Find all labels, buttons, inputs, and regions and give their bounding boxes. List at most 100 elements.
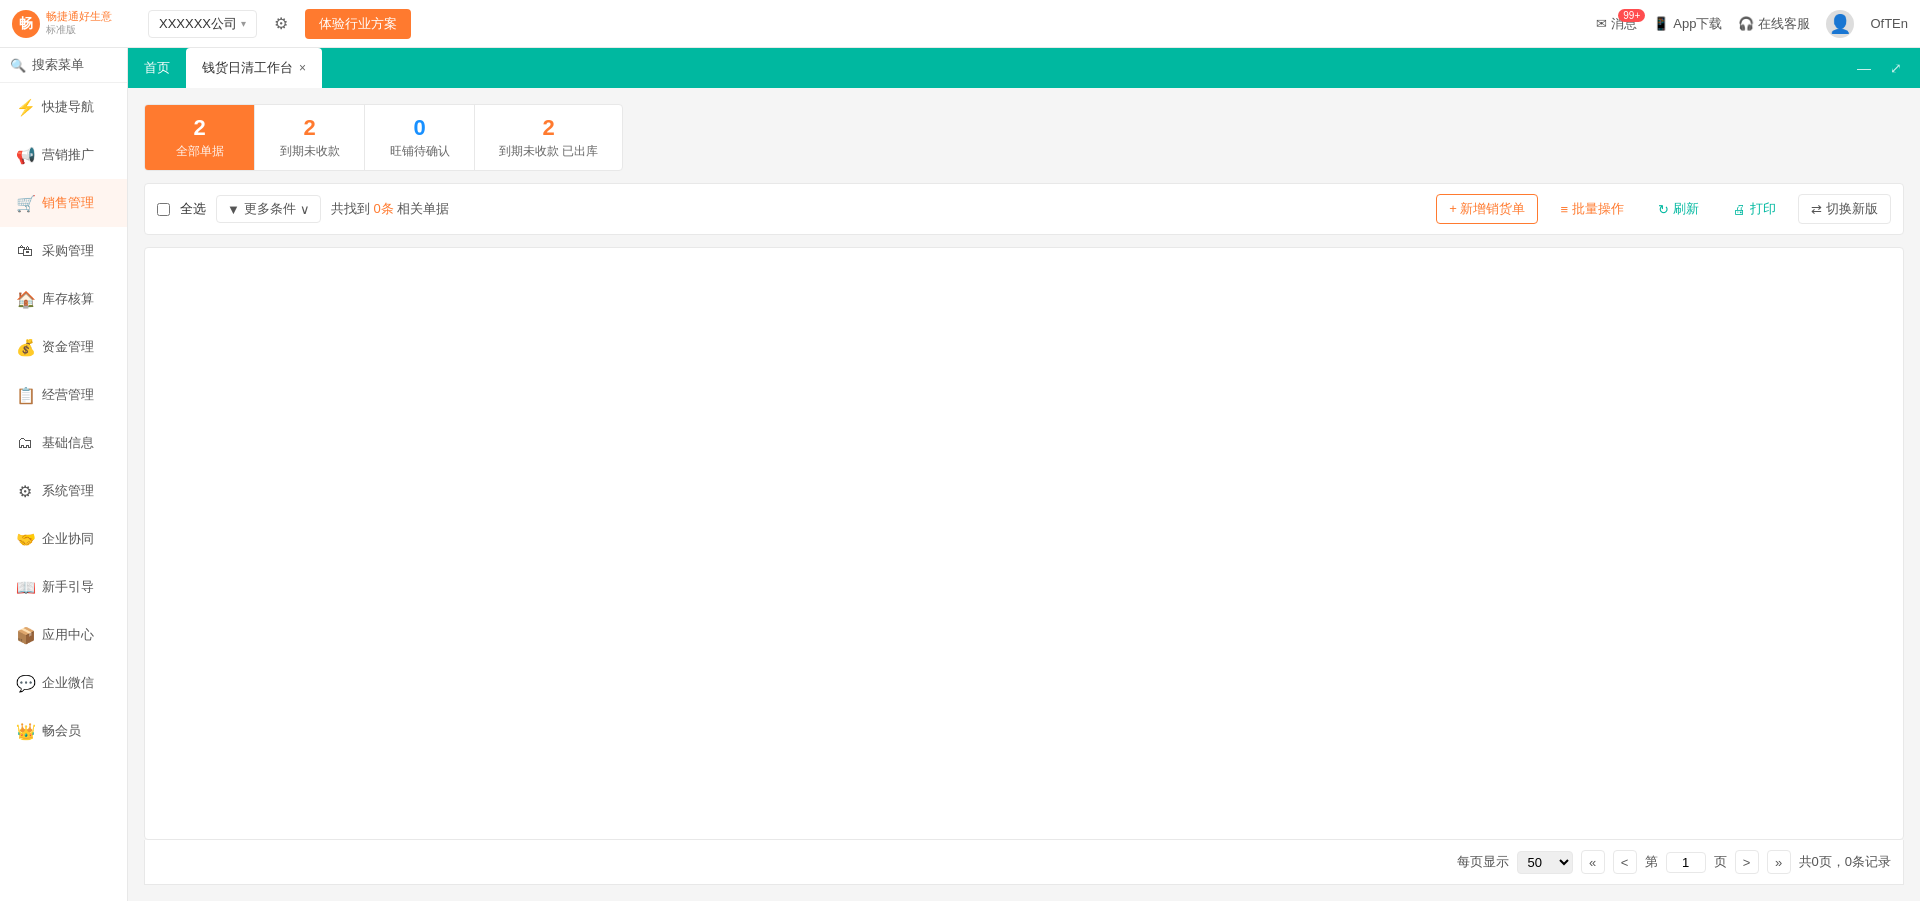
sidebar-item-wechat[interactable]: 💬 企业微信	[0, 659, 127, 707]
service-icon: 🎧	[1738, 16, 1754, 31]
sidebar-icon-purchase: 🛍	[16, 242, 34, 260]
gear-icon: ⚙	[274, 14, 288, 33]
summary-card-all[interactable]: 2 全部单据	[145, 105, 255, 170]
page-suffix: 页	[1714, 853, 1727, 871]
company-selector[interactable]: XXXXXX公司 ▾	[148, 10, 257, 38]
card-count-overdue: 2	[279, 115, 340, 141]
sidebar-item-marketing[interactable]: 📢 营销推广	[0, 131, 127, 179]
online-service-label: 在线客服	[1758, 15, 1810, 33]
sidebar-label-app-center: 应用中心	[42, 626, 94, 644]
messages-badge: 99+	[1618, 9, 1645, 22]
tab-daily-work[interactable]: 钱货日清工作台 ×	[186, 48, 322, 88]
sidebar-label-base-info: 基础信息	[42, 434, 94, 452]
found-suffix: 相关单据	[397, 201, 449, 216]
app-download-button[interactable]: 📱 App下载	[1653, 15, 1722, 33]
refresh-label: 刷新	[1673, 200, 1699, 218]
filter-button[interactable]: ▼ 更多条件 ∨	[216, 195, 321, 223]
sidebar-icon-cooperation: 🤝	[16, 530, 34, 549]
nav-tabs-bar: 首页 钱货日清工作台 × — ⤢	[128, 48, 1920, 88]
summary-card-pending[interactable]: 0 旺铺待确认	[365, 105, 475, 170]
empty-state	[145, 248, 1903, 839]
batch-operation-button[interactable]: ≡ 批量操作	[1548, 195, 1636, 223]
search-menu-item[interactable]: 🔍 搜索菜单	[0, 48, 127, 83]
sidebar-item-inventory[interactable]: 🏠 库存核算	[0, 275, 127, 323]
next-page-icon: >	[1743, 855, 1751, 870]
sidebar-label-guide: 新手引导	[42, 578, 94, 596]
first-page-button[interactable]: «	[1581, 850, 1605, 874]
tab-minimize-button[interactable]: —	[1852, 56, 1876, 80]
sidebar-item-sales[interactable]: 🛒 销售管理	[0, 179, 127, 227]
minimize-icon: —	[1857, 60, 1871, 76]
select-all-checkbox[interactable]	[157, 203, 170, 216]
tab-close-icon[interactable]: ×	[299, 61, 306, 75]
print-icon: 🖨	[1733, 202, 1746, 217]
sidebar: 🔍 搜索菜单 ⚡ 快捷导航 📢 营销推广 🛒 销售管理 🛍 采购管理 🏠 库存核…	[0, 0, 128, 901]
sidebar-label-operations: 经营管理	[42, 386, 94, 404]
sidebar-item-base-info[interactable]: 🗂 基础信息	[0, 419, 127, 467]
online-service-button[interactable]: 🎧 在线客服	[1738, 15, 1810, 33]
sidebar-icon-member: 👑	[16, 722, 34, 741]
sidebar-item-app-center[interactable]: 📦 应用中心	[0, 611, 127, 659]
tab-home[interactable]: 首页	[128, 48, 186, 88]
select-all-label: 全选	[180, 200, 206, 218]
sidebar-icon-finance: 💰	[16, 338, 34, 357]
message-icon: ✉	[1596, 16, 1607, 31]
sidebar-label-finance: 资金管理	[42, 338, 94, 356]
logo-icon: 畅	[12, 10, 40, 38]
logo-area: 畅 畅捷通好生意 标准版	[12, 10, 140, 38]
messages-button[interactable]: ✉ 消息 99+	[1596, 15, 1637, 33]
switch-version-button[interactable]: ⇄ 切换新版	[1798, 194, 1891, 224]
summary-card-overdue[interactable]: 2 到期未收款	[255, 105, 365, 170]
sidebar-item-system[interactable]: ⚙ 系统管理	[0, 467, 127, 515]
sidebar-item-member[interactable]: 👑 畅会员	[0, 707, 127, 755]
sidebar-item-cooperation[interactable]: 🤝 企业协同	[0, 515, 127, 563]
filter-arrow-icon: ∨	[300, 202, 310, 217]
nav-tab-actions: — ⤢	[1852, 56, 1920, 80]
refresh-button[interactable]: ↻ 刷新	[1646, 195, 1711, 223]
per-page-select[interactable]: 50 100 200	[1517, 851, 1573, 874]
sidebar-item-guide[interactable]: 📖 新手引导	[0, 563, 127, 611]
sidebar-icon-wechat: 💬	[16, 674, 34, 693]
sidebar-item-finance[interactable]: 💰 资金管理	[0, 323, 127, 371]
per-page-label: 每页显示	[1457, 853, 1509, 871]
found-count: 0条	[374, 201, 394, 216]
page-label: 第	[1645, 853, 1658, 871]
tab-maximize-button[interactable]: ⤢	[1884, 56, 1908, 80]
total-text: 共0页，0条记录	[1799, 853, 1891, 871]
prev-page-button[interactable]: <	[1613, 850, 1637, 874]
page-input[interactable]	[1666, 852, 1706, 873]
main-content: 2 全部单据 2 到期未收款 0 旺铺待确认 2 到期未收款 已出库 全选 ▼ …	[128, 88, 1920, 901]
sidebar-label-cooperation: 企业协同	[42, 530, 94, 548]
sidebar-icon-app-center: 📦	[16, 626, 34, 645]
trial-button[interactable]: 体验行业方案	[305, 9, 411, 39]
print-label: 打印	[1750, 200, 1776, 218]
switch-icon: ⇄	[1811, 202, 1822, 217]
sidebar-icon-system: ⚙	[16, 482, 34, 501]
logo-line1: 畅捷通好生意	[46, 10, 112, 23]
next-page-button[interactable]: >	[1735, 850, 1759, 874]
sidebar-label-system: 系统管理	[42, 482, 94, 500]
sidebar-item-purchase[interactable]: 🛍 采购管理	[0, 227, 127, 275]
app-download-label: App下载	[1673, 15, 1722, 33]
sidebar-icon-guide: 📖	[16, 578, 34, 597]
found-text: 共找到 0条 相关单据	[331, 200, 449, 218]
search-icon: 🔍	[10, 58, 26, 73]
sidebar-item-quick-nav[interactable]: ⚡ 快捷导航	[0, 83, 127, 131]
print-button[interactable]: 🖨 打印	[1721, 195, 1788, 223]
card-label-outbound: 到期未收款 已出库	[499, 143, 598, 160]
sidebar-icon-inventory: 🏠	[16, 290, 34, 309]
add-sales-button[interactable]: + 新增销货单	[1436, 194, 1538, 224]
tab-daily-work-label: 钱货日清工作台	[202, 59, 293, 77]
sidebar-icon-marketing: 📢	[16, 146, 34, 165]
sidebar-item-operations[interactable]: 📋 经营管理	[0, 371, 127, 419]
found-prefix: 共找到	[331, 201, 370, 216]
sidebar-icon-sales: 🛒	[16, 194, 34, 213]
last-page-button[interactable]: »	[1767, 850, 1791, 874]
avatar[interactable]: 👤	[1826, 10, 1854, 38]
card-count-all: 2	[169, 115, 230, 141]
chevron-down-icon: ▾	[241, 18, 246, 29]
sidebar-label-marketing: 营销推广	[42, 146, 94, 164]
sidebar-label-sales: 销售管理	[42, 194, 94, 212]
summary-card-outbound[interactable]: 2 到期未收款 已出库	[475, 105, 622, 170]
settings-button[interactable]: ⚙	[267, 10, 295, 38]
